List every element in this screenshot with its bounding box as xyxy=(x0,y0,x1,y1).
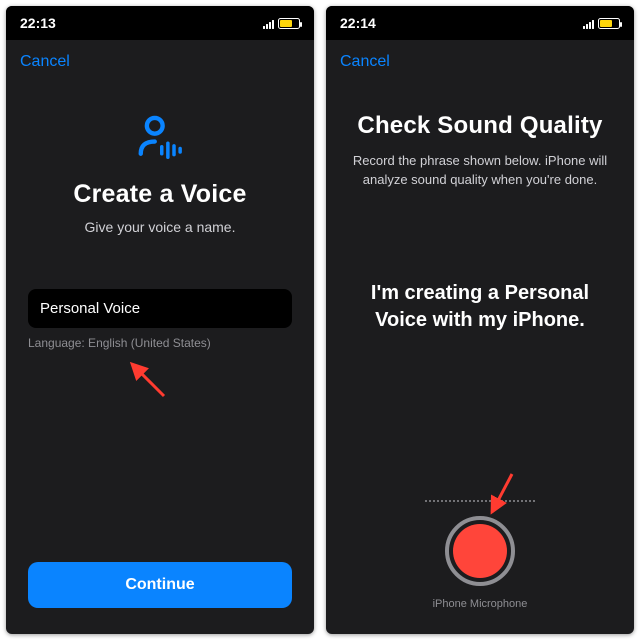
page-title: Create a Voice xyxy=(28,180,292,209)
status-time: 22:14 xyxy=(340,15,376,31)
continue-button[interactable]: Continue xyxy=(28,562,292,608)
microphone-label: iPhone Microphone xyxy=(348,598,612,610)
status-time: 22:13 xyxy=(20,15,56,31)
content-area: Create a Voice Give your voice a name. L… xyxy=(6,84,314,634)
battery-icon xyxy=(278,18,300,29)
cancel-button[interactable]: Cancel xyxy=(340,53,390,71)
page-description: Record the phrase shown below. iPhone wi… xyxy=(348,152,612,190)
screen-check-sound-quality: 22:14 Cancel Check Sound Quality Record … xyxy=(326,6,634,634)
record-button[interactable] xyxy=(445,516,515,586)
status-bar: 22:13 xyxy=(6,6,314,40)
status-indicators xyxy=(263,18,300,29)
cancel-button[interactable]: Cancel xyxy=(20,53,70,71)
status-bar: 22:14 xyxy=(326,6,634,40)
language-label: Language: English (United States) xyxy=(28,336,292,350)
nav-bar: Cancel xyxy=(6,40,314,84)
recording-phrase: I'm creating a Personal Voice with my iP… xyxy=(348,280,612,334)
cellular-icon xyxy=(263,18,274,29)
voice-name-input[interactable] xyxy=(28,289,292,328)
content-area: Check Sound Quality Record the phrase sh… xyxy=(326,84,634,634)
status-indicators xyxy=(583,18,620,29)
screen-create-voice: 22:13 Cancel Create a Voice Give your vo… xyxy=(6,6,314,634)
page-subtitle: Give your voice a name. xyxy=(28,219,292,235)
cellular-icon xyxy=(583,18,594,29)
nav-bar: Cancel xyxy=(326,40,634,84)
waveform-indicator xyxy=(348,500,612,502)
record-icon xyxy=(453,524,507,578)
battery-icon xyxy=(598,18,620,29)
personal-voice-icon xyxy=(132,110,188,166)
page-title: Check Sound Quality xyxy=(348,112,612,140)
